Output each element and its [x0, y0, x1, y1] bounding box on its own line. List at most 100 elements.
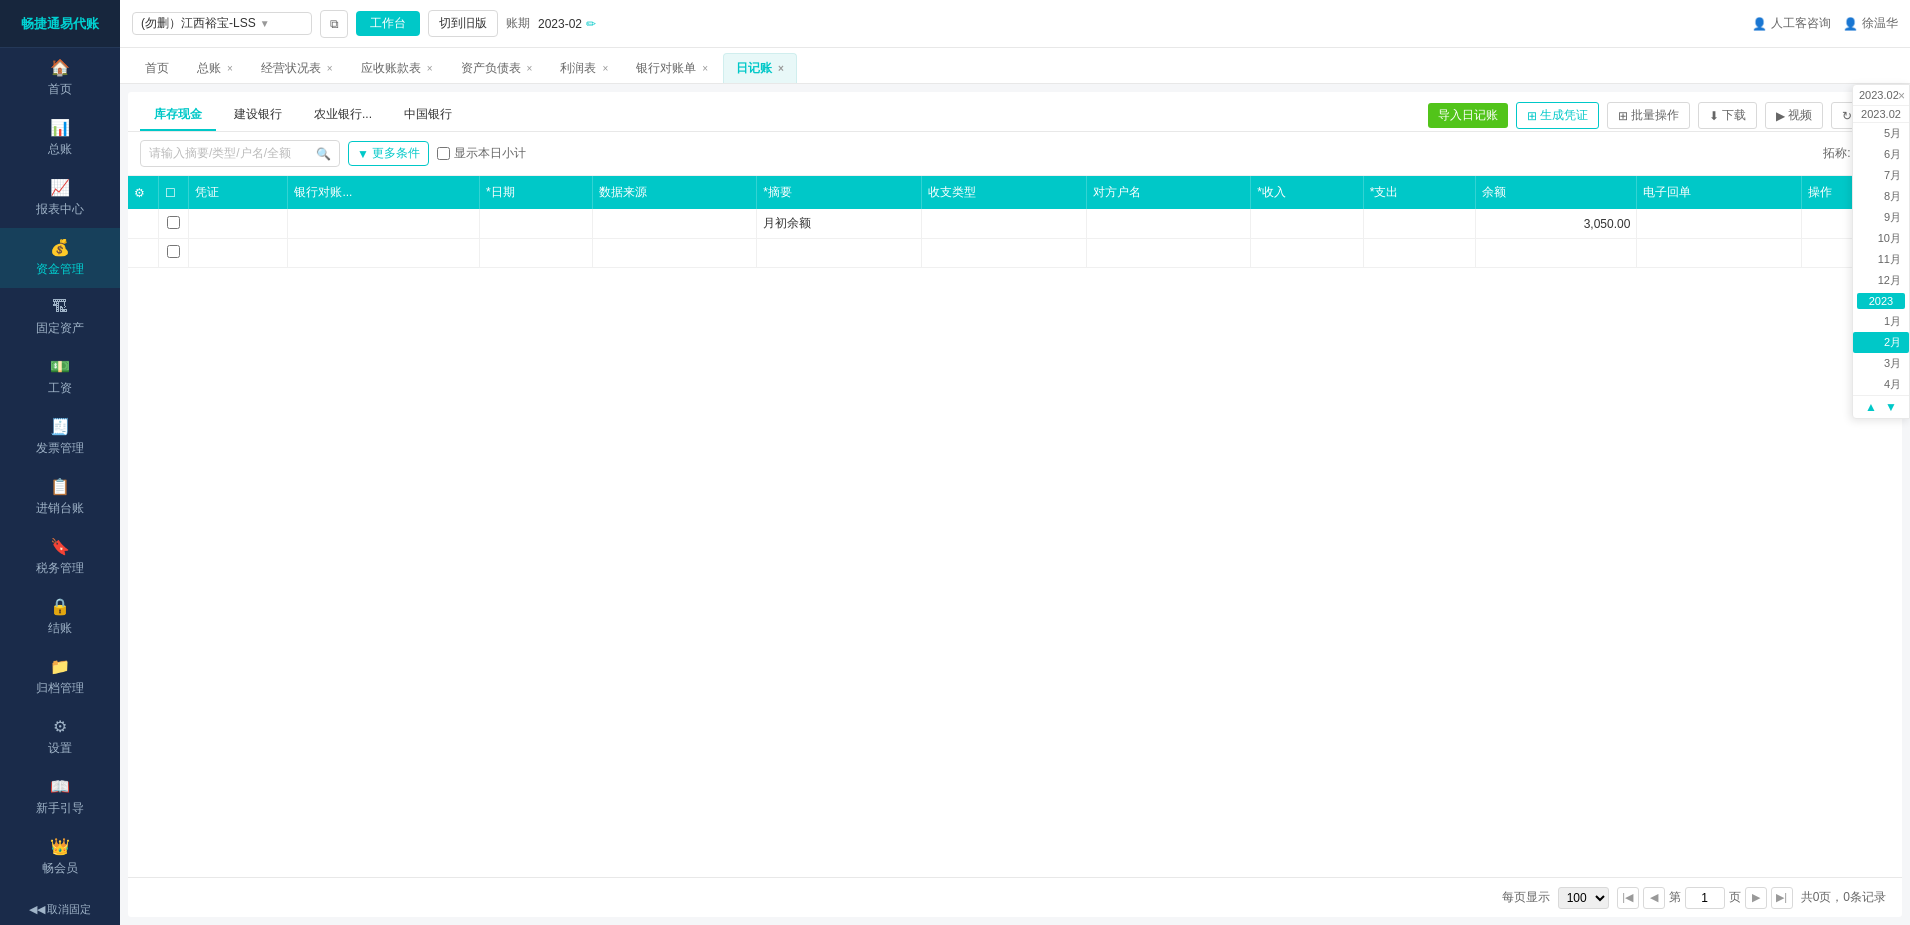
- cal-month-current-3月[interactable]: 3月: [1853, 353, 1909, 374]
- cal-month-10月[interactable]: 10月: [1853, 228, 1909, 249]
- show-today-checkbox[interactable]: 显示本日小计: [437, 145, 526, 162]
- sub-tab-boc[interactable]: 中国银行: [390, 100, 466, 131]
- table-row: 月初余额3,050.00: [128, 209, 1902, 239]
- col-header-settings: ⚙: [128, 176, 158, 209]
- cell-expense-1: [1363, 239, 1475, 268]
- cal-prev-months: 5月6月7月8月9月10月11月12月: [1853, 123, 1909, 291]
- row-num-0: [128, 209, 158, 239]
- last-page-button[interactable]: ▶|: [1771, 887, 1793, 909]
- cal-current-period: 2023.02: [1861, 108, 1901, 120]
- video-icon: ▶: [1776, 109, 1785, 123]
- period-edit-icon[interactable]: ✏: [586, 17, 596, 31]
- next-page-button[interactable]: ▶: [1745, 887, 1767, 909]
- tab-close-receivable[interactable]: ×: [427, 63, 433, 74]
- prev-page-button[interactable]: ◀: [1643, 887, 1665, 909]
- period-value: 2023-02 ✏: [538, 17, 596, 31]
- cal-month-current-2月[interactable]: 2月: [1853, 332, 1909, 353]
- batch-operation-button[interactable]: ⊞ 批量操作: [1607, 102, 1690, 129]
- sidebar-item-sales[interactable]: 📋进销台账: [0, 467, 120, 527]
- sidebar-label-report: 报表中心: [36, 201, 84, 218]
- import-journal-button[interactable]: 导入日记账: [1428, 103, 1508, 128]
- cal-month-5月[interactable]: 5月: [1853, 123, 1909, 144]
- generate-voucher-button[interactable]: ⊞ 生成凭证: [1516, 102, 1599, 129]
- cal-nav-up[interactable]: ▲: [1865, 400, 1877, 414]
- more-filter-button[interactable]: ▼ 更多条件: [348, 141, 429, 166]
- avatar-icon: 👤: [1843, 17, 1858, 31]
- cal-month-current-4月[interactable]: 4月: [1853, 374, 1909, 395]
- cal-month-9月[interactable]: 9月: [1853, 207, 1909, 228]
- sidebar-item-salary[interactable]: 💵工资: [0, 347, 120, 407]
- show-today-input[interactable]: [437, 147, 450, 160]
- col-header-bank_account: 银行对账...: [288, 176, 480, 209]
- sidebar-item-invoice[interactable]: 🧾发票管理: [0, 407, 120, 467]
- sidebar-item-member[interactable]: 👑畅会员: [0, 827, 120, 887]
- tab-close-bizstatus[interactable]: ×: [327, 63, 333, 74]
- sub-tab-cash[interactable]: 库存现金: [140, 100, 216, 131]
- cal-nav-down[interactable]: ▼: [1885, 400, 1897, 414]
- search-input-container[interactable]: 请输入摘要/类型/户名/全额 🔍: [140, 140, 340, 167]
- cal-month-12月[interactable]: 12月: [1853, 270, 1909, 291]
- sub-tab-abc[interactable]: 农业银行...: [300, 100, 386, 131]
- tab-assets[interactable]: 资产负债表 ×: [448, 53, 546, 83]
- cal-month-11月[interactable]: 11月: [1853, 249, 1909, 270]
- tab-close-assets[interactable]: ×: [527, 63, 533, 74]
- sidebar-item-home[interactable]: 🏠首页: [0, 48, 120, 108]
- sidebar-item-assets[interactable]: 🏗固定资产: [0, 288, 120, 347]
- switch-version-button[interactable]: 切到旧版: [428, 10, 498, 37]
- sidebar-item-ledger[interactable]: 📊总账: [0, 108, 120, 168]
- journal-table: ⚙☐凭证银行对账...*日期数据来源*摘要收支类型对方户名*收入*支出余额电子回…: [128, 176, 1902, 268]
- toolbar-actions: 导入日记账 ⊞ 生成凭证 ⊞ 批量操作 ⬇ 下载: [1428, 102, 1890, 129]
- topbar-right: 👤 人工客咨询 👤 徐温华: [1752, 15, 1898, 32]
- sidebar-label-finance: 资金管理: [36, 261, 84, 278]
- tab-receivable[interactable]: 应收账款表×: [348, 53, 446, 83]
- search-placeholder: 请输入摘要/类型/户名/全额: [149, 145, 291, 162]
- page-input[interactable]: [1685, 887, 1725, 909]
- cell-balance-1: [1476, 239, 1637, 268]
- tab-ledger[interactable]: 总账×: [184, 53, 246, 83]
- tab-label-home: 首页: [145, 60, 169, 77]
- tab-bizstatus[interactable]: 经营状况表×: [248, 53, 346, 83]
- cal-month-7月[interactable]: 7月: [1853, 165, 1909, 186]
- cal-month-current-1月[interactable]: 1月: [1853, 311, 1909, 332]
- cell-e_receipt-1: [1637, 239, 1802, 268]
- sidebar-item-report[interactable]: 📈报表中心: [0, 168, 120, 228]
- tab-label-assets: 资产负债表: [461, 60, 521, 77]
- download-button[interactable]: ⬇ 下载: [1698, 102, 1757, 129]
- sidebar-item-finance[interactable]: 💰资金管理: [0, 228, 120, 288]
- cal-month-8月[interactable]: 8月: [1853, 186, 1909, 207]
- total-records-label: 共0页，0条记录: [1801, 889, 1886, 906]
- workbench-button[interactable]: 工作台: [356, 11, 420, 36]
- sidebar-item-guide[interactable]: 📖新手引导: [0, 767, 120, 827]
- copy-button[interactable]: ⧉: [320, 10, 348, 38]
- support-link[interactable]: 👤 人工客咨询: [1752, 15, 1831, 32]
- tab-close-bankrole[interactable]: ×: [702, 63, 708, 74]
- row-check-0[interactable]: [158, 209, 188, 239]
- user-info[interactable]: 👤 徐温华: [1843, 15, 1898, 32]
- search-icon[interactable]: 🔍: [316, 147, 331, 161]
- cell-expense-0: [1363, 209, 1475, 239]
- sidebar-collapse-btn[interactable]: ◀◀ 取消固定: [0, 894, 120, 925]
- cal-nav: ▲ ▼: [1853, 395, 1909, 418]
- sub-tab-ccb[interactable]: 建设银行: [220, 100, 296, 131]
- tab-close-ledger[interactable]: ×: [227, 63, 233, 74]
- cell-date-1: [480, 239, 592, 268]
- tab-journal[interactable]: 日记账×: [723, 53, 797, 83]
- row-check-1[interactable]: [158, 239, 188, 268]
- tab-close-journal[interactable]: ×: [778, 63, 784, 74]
- first-page-button[interactable]: |◀: [1617, 887, 1639, 909]
- sidebar-item-archive[interactable]: 📁归档管理: [0, 647, 120, 707]
- cell-bank_account-0: [288, 209, 480, 239]
- sidebar-item-close[interactable]: 🔒结账: [0, 587, 120, 647]
- tab-close-profit[interactable]: ×: [602, 63, 608, 74]
- company-select[interactable]: (勿删）江西裕宝-LSS ▼: [132, 12, 312, 35]
- video-button[interactable]: ▶ 视频: [1765, 102, 1823, 129]
- tab-home[interactable]: 首页: [132, 53, 182, 83]
- tab-profit[interactable]: 利润表×: [547, 53, 621, 83]
- sidebar-item-tax[interactable]: 🔖税务管理: [0, 527, 120, 587]
- cal-month-6月[interactable]: 6月: [1853, 144, 1909, 165]
- calendar-close-button[interactable]: ×: [1898, 89, 1905, 103]
- sidebar-item-settings[interactable]: ⚙设置: [0, 707, 120, 767]
- page-size-select[interactable]: 100 50 200: [1558, 887, 1609, 909]
- page-suffix: 页: [1729, 889, 1741, 906]
- tab-bankrole[interactable]: 银行对账单×: [623, 53, 721, 83]
